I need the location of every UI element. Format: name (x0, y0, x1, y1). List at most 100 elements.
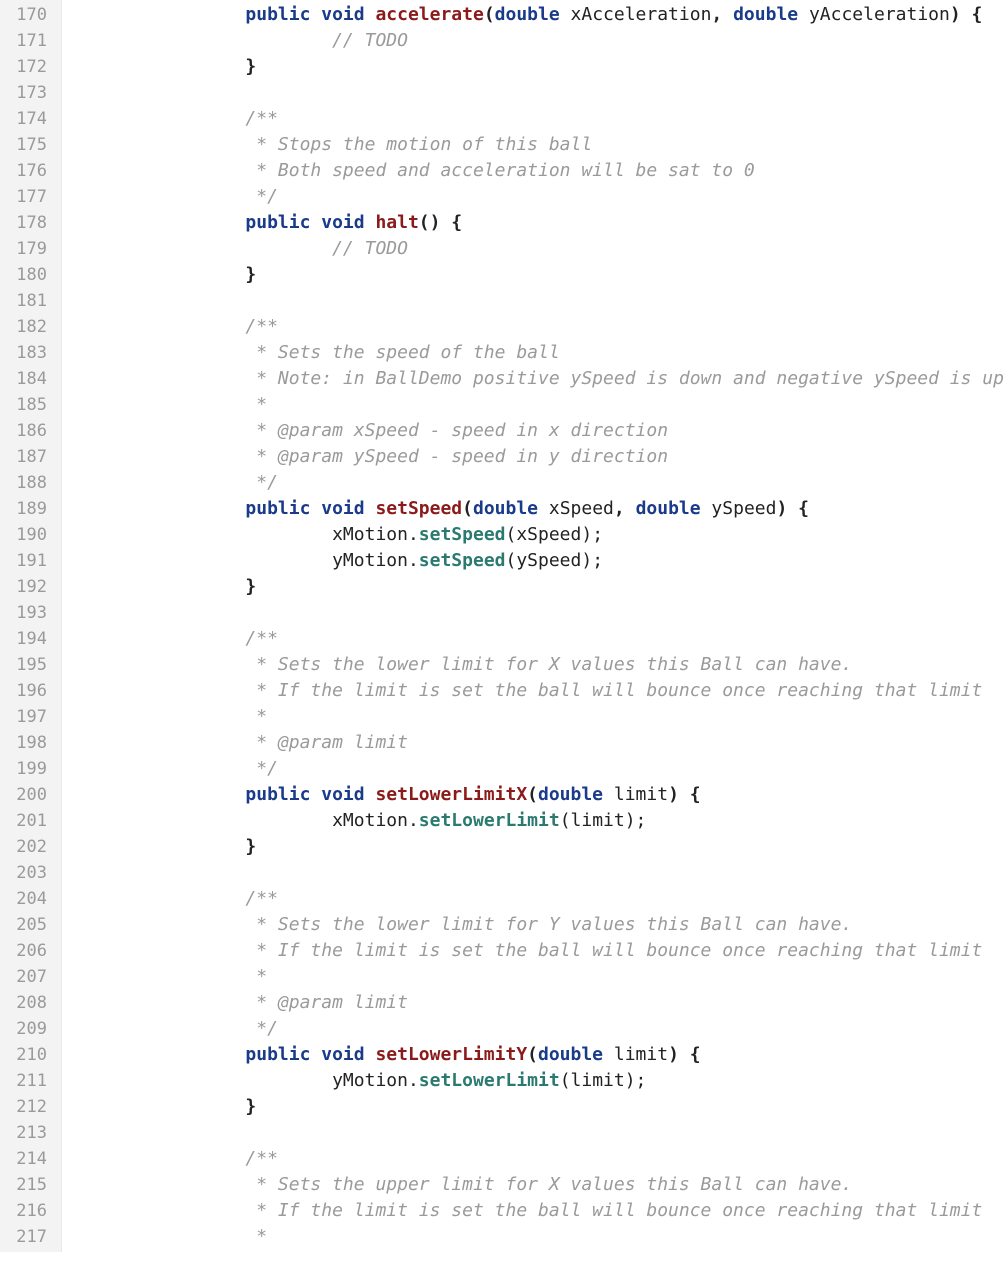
token-cmt: * @param ySpeed - speed in y direction (256, 446, 668, 467)
code-line[interactable]: */ (72, 184, 1008, 210)
token-cmt: * Sets the speed of the ball (256, 342, 559, 363)
token-ind (72, 56, 245, 77)
line-number: 172 (8, 54, 47, 80)
code-line[interactable]: /** (72, 106, 1008, 132)
token-ind (72, 836, 245, 857)
code-line[interactable]: */ (72, 756, 1008, 782)
token-ind (72, 1018, 256, 1039)
code-line[interactable]: * @param xSpeed - speed in x direction (72, 418, 1008, 444)
code-line[interactable]: yMotion.setLowerLimit(limit); (72, 1068, 1008, 1094)
code-line[interactable]: * (72, 704, 1008, 730)
token-cmt: * @param limit (256, 732, 408, 753)
code-line[interactable]: * (72, 392, 1008, 418)
code-line[interactable]: * Sets the upper limit for X values this… (72, 1172, 1008, 1198)
token-kw: void (321, 4, 375, 25)
token-cmt: * Note: in BallDemo positive ySpeed is d… (256, 368, 1004, 389)
code-line[interactable]: } (72, 1094, 1008, 1120)
code-line[interactable]: */ (72, 1016, 1008, 1042)
code-line[interactable]: } (72, 262, 1008, 288)
line-number: 204 (8, 886, 47, 912)
code-line[interactable]: * Sets the lower limit for Y values this… (72, 912, 1008, 938)
token-call: setLowerLimit (419, 810, 560, 831)
code-line[interactable]: * @param limit (72, 730, 1008, 756)
code-line[interactable]: * Both speed and acceleration will be sa… (72, 158, 1008, 184)
line-number: 210 (8, 1042, 47, 1068)
code-line[interactable] (72, 80, 1008, 106)
line-number: 200 (8, 782, 47, 808)
token-pn: , (614, 498, 636, 519)
code-line[interactable]: } (72, 834, 1008, 860)
token-cmt: */ (256, 472, 278, 493)
code-line[interactable]: /** (72, 626, 1008, 652)
code-line[interactable] (72, 288, 1008, 314)
code-line[interactable]: yMotion.setSpeed(ySpeed); (72, 548, 1008, 574)
code-line[interactable]: // TODO (72, 236, 1008, 262)
token-ind (72, 680, 256, 701)
line-number: 209 (8, 1016, 47, 1042)
code-line[interactable]: * (72, 1224, 1008, 1250)
line-number: 202 (8, 834, 47, 860)
token-id: xAcceleration (560, 4, 712, 25)
code-line[interactable]: public void accelerate(double xAccelerat… (72, 2, 1008, 28)
token-kw: public (245, 212, 321, 233)
token-cmt: * (256, 394, 267, 415)
code-line[interactable]: } (72, 54, 1008, 80)
line-number: 180 (8, 262, 47, 288)
code-line[interactable]: * Note: in BallDemo positive ySpeed is d… (72, 366, 1008, 392)
code-line[interactable]: /** (72, 886, 1008, 912)
code-area[interactable]: public void accelerate(double xAccelerat… (62, 0, 1008, 1252)
code-line[interactable]: } (72, 574, 1008, 600)
token-ind (72, 576, 245, 597)
code-line[interactable] (72, 860, 1008, 886)
code-line[interactable]: /** (72, 314, 1008, 340)
line-number: 190 (8, 522, 47, 548)
code-line[interactable]: */ (72, 470, 1008, 496)
token-kw: double (636, 498, 701, 519)
code-line[interactable] (72, 600, 1008, 626)
token-kw: public (245, 1044, 321, 1065)
token-cmt: * (256, 706, 267, 727)
token-cmt: */ (256, 186, 278, 207)
token-kw: double (495, 4, 560, 25)
line-number: 191 (8, 548, 47, 574)
token-cmt: * (256, 966, 267, 987)
code-line[interactable]: public void halt() { (72, 210, 1008, 236)
code-line[interactable]: xMotion.setSpeed(xSpeed); (72, 522, 1008, 548)
code-line[interactable]: * If the limit is set the ball will boun… (72, 938, 1008, 964)
token-ind (72, 1226, 256, 1247)
line-number: 198 (8, 730, 47, 756)
code-line[interactable]: public void setSpeed(double xSpeed, doub… (72, 496, 1008, 522)
code-line[interactable]: * If the limit is set the ball will boun… (72, 1198, 1008, 1224)
code-line[interactable]: * (72, 964, 1008, 990)
code-line[interactable]: * Sets the lower limit for X values this… (72, 652, 1008, 678)
token-cmt: * @param xSpeed - speed in x direction (256, 420, 668, 441)
token-kw: void (321, 498, 375, 519)
token-id: (limit); (560, 810, 647, 831)
line-number: 192 (8, 574, 47, 600)
token-cmt: * Both speed and acceleration will be sa… (256, 160, 755, 181)
code-line[interactable]: // TODO (72, 28, 1008, 54)
code-line[interactable]: * If the limit is set the ball will boun… (72, 678, 1008, 704)
token-cmt: * If the limit is set the ball will boun… (256, 680, 982, 701)
code-line[interactable]: public void setLowerLimitY(double limit)… (72, 1042, 1008, 1068)
code-editor[interactable]: 1701711721731741751761771781791801811821… (0, 0, 1008, 1252)
code-line[interactable]: * @param ySpeed - speed in y direction (72, 444, 1008, 470)
token-kw: public (245, 498, 321, 519)
code-line[interactable]: * @param limit (72, 990, 1008, 1016)
token-ind (72, 940, 256, 961)
code-line[interactable]: * Sets the speed of the ball (72, 340, 1008, 366)
token-ind (72, 784, 245, 805)
token-mname: halt (375, 212, 418, 233)
token-kw: double (538, 784, 603, 805)
code-line[interactable]: public void setLowerLimitX(double limit)… (72, 782, 1008, 808)
token-pn: } (245, 836, 256, 857)
token-ind (72, 914, 256, 935)
token-cmt: */ (256, 758, 278, 779)
line-number: 189 (8, 496, 47, 522)
code-line[interactable] (72, 1120, 1008, 1146)
code-line[interactable]: xMotion.setLowerLimit(limit); (72, 808, 1008, 834)
code-line[interactable]: /** (72, 1146, 1008, 1172)
token-cmt: */ (256, 1018, 278, 1039)
line-number: 187 (8, 444, 47, 470)
code-line[interactable]: * Stops the motion of this ball (72, 132, 1008, 158)
